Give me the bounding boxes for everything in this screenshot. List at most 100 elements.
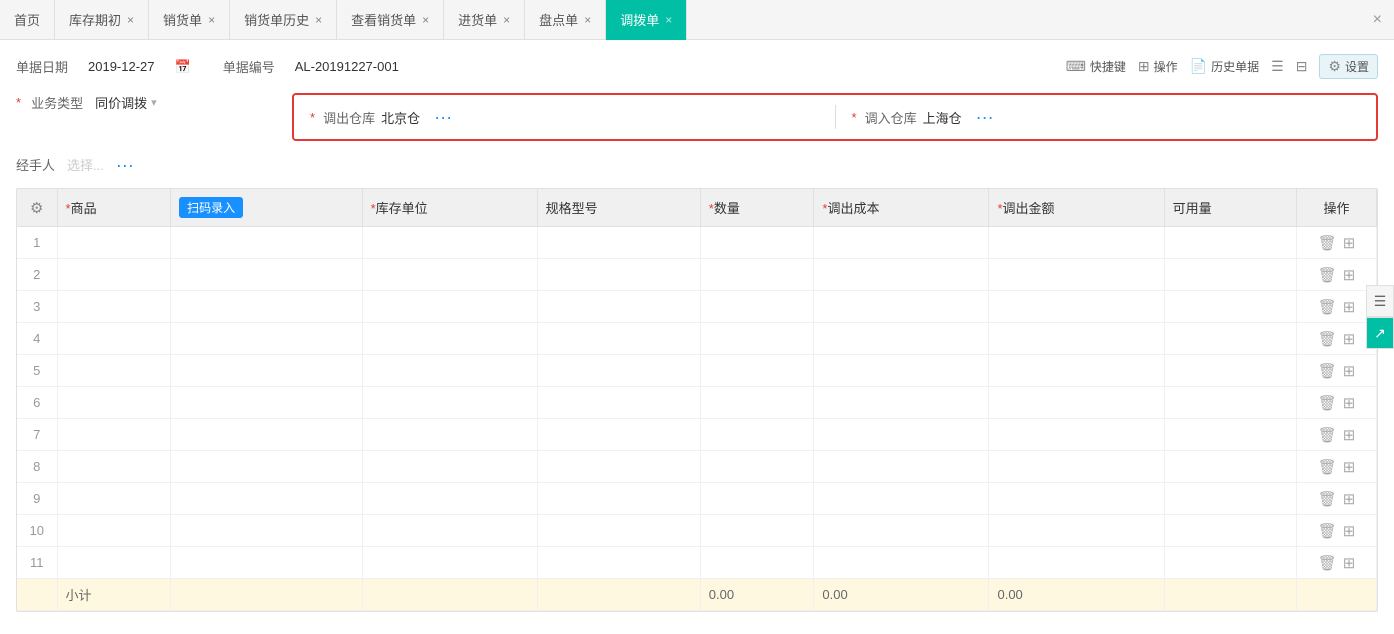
row-qty[interactable] [700,451,814,483]
row-spec[interactable] [537,483,700,515]
tab-inventory-init-close[interactable]: × [127,13,134,27]
row-product[interactable] [57,483,171,515]
layout-list-button[interactable]: ☰ [1271,58,1284,75]
row-product[interactable] [57,387,171,419]
row-qty[interactable] [700,259,814,291]
row-cost[interactable] [814,227,989,259]
tab-transfer[interactable]: 调拨单 × [606,0,687,40]
out-warehouse-more-icon[interactable]: ··· [434,108,452,126]
row-qty[interactable] [700,323,814,355]
history-button[interactable]: 📄 历史单据 [1190,58,1259,75]
row-product[interactable] [57,515,171,547]
row-amount[interactable] [989,387,1164,419]
row-unit[interactable] [362,515,537,547]
in-warehouse-more-icon[interactable]: ··· [976,108,994,126]
person-more-icon[interactable]: ··· [116,156,134,174]
row-unit[interactable] [362,355,537,387]
row-unit[interactable] [362,227,537,259]
close-all-button[interactable]: × [1361,11,1394,29]
row-qty[interactable] [700,419,814,451]
copy-icon[interactable]: ⊞ [1343,234,1356,252]
tab-sales-history[interactable]: 销货单历史 × [230,0,337,40]
shortcuts-button[interactable]: ⌨ 快捷键 [1066,58,1126,75]
row-qty[interactable] [700,355,814,387]
row-product[interactable] [57,451,171,483]
tab-sales-history-close[interactable]: × [315,13,322,27]
row-qty[interactable] [700,387,814,419]
copy-icon[interactable]: ⊞ [1343,426,1356,444]
scan-button[interactable]: 扫码录入 [179,197,243,218]
row-unit[interactable] [362,387,537,419]
delete-icon[interactable]: 🗑 [1318,266,1337,284]
row-spec[interactable] [537,355,700,387]
delete-icon[interactable]: 🗑 [1318,554,1337,572]
row-unit[interactable] [362,451,537,483]
row-spec[interactable] [537,387,700,419]
copy-icon[interactable]: ⊞ [1343,362,1356,380]
row-amount[interactable] [989,451,1164,483]
row-spec[interactable] [537,323,700,355]
row-amount[interactable] [989,259,1164,291]
delete-icon[interactable]: 🗑 [1318,490,1337,508]
row-spec[interactable] [537,259,700,291]
col-header-gear[interactable]: ⚙ [17,189,57,227]
tab-sales-order-close[interactable]: × [208,13,215,27]
row-product[interactable] [57,291,171,323]
row-amount[interactable] [989,483,1164,515]
row-amount[interactable] [989,323,1164,355]
row-qty[interactable] [700,515,814,547]
row-spec[interactable] [537,227,700,259]
copy-icon[interactable]: ⊞ [1343,266,1356,284]
delete-icon[interactable]: 🗑 [1318,522,1337,540]
row-cost[interactable] [814,547,989,579]
operations-button[interactable]: ⊞ 操作 [1138,58,1178,75]
tab-view-sales-close[interactable]: × [422,13,429,27]
out-warehouse-value[interactable]: 北京仓 [381,108,420,127]
tab-inventory-init[interactable]: 库存期初 × [55,0,149,40]
row-cost[interactable] [814,387,989,419]
in-warehouse-value[interactable]: 上海仓 [923,108,962,127]
business-type-select[interactable]: 同价调拨 ▾ [95,93,157,112]
row-qty[interactable] [700,291,814,323]
row-unit[interactable] [362,483,537,515]
tab-sales-order[interactable]: 销货单 × [149,0,230,40]
row-amount[interactable] [989,515,1164,547]
row-unit[interactable] [362,259,537,291]
copy-icon[interactable]: ⊞ [1343,394,1356,412]
row-cost[interactable] [814,355,989,387]
row-product[interactable] [57,355,171,387]
layout-grid-button[interactable]: ⊟ [1296,58,1308,75]
row-product[interactable] [57,419,171,451]
tab-inventory-check-close[interactable]: × [584,13,591,27]
row-spec[interactable] [537,419,700,451]
row-spec[interactable] [537,515,700,547]
delete-icon[interactable]: 🗑 [1318,234,1337,252]
row-amount[interactable] [989,547,1164,579]
row-amount[interactable] [989,355,1164,387]
row-amount[interactable] [989,227,1164,259]
copy-icon[interactable]: ⊞ [1343,298,1356,316]
tab-purchase-close[interactable]: × [503,13,510,27]
row-unit[interactable] [362,419,537,451]
row-cost[interactable] [814,323,989,355]
settings-button[interactable]: ⚙ 设置 [1319,54,1378,79]
row-product[interactable] [57,227,171,259]
row-cost[interactable] [814,451,989,483]
delete-icon[interactable]: 🗑 [1318,394,1337,412]
tab-purchase[interactable]: 进货单 × [444,0,525,40]
row-amount[interactable] [989,291,1164,323]
row-unit[interactable] [362,547,537,579]
person-select[interactable]: 选择... [67,155,104,174]
delete-icon[interactable]: 🗑 [1318,426,1337,444]
delete-icon[interactable]: 🗑 [1318,330,1337,348]
delete-icon[interactable]: 🗑 [1318,298,1337,316]
row-cost[interactable] [814,419,989,451]
row-cost[interactable] [814,259,989,291]
row-spec[interactable] [537,547,700,579]
tab-inventory-check[interactable]: 盘点单 × [525,0,606,40]
row-unit[interactable] [362,323,537,355]
row-cost[interactable] [814,291,989,323]
row-product[interactable] [57,547,171,579]
row-spec[interactable] [537,291,700,323]
copy-icon[interactable]: ⊞ [1343,330,1356,348]
